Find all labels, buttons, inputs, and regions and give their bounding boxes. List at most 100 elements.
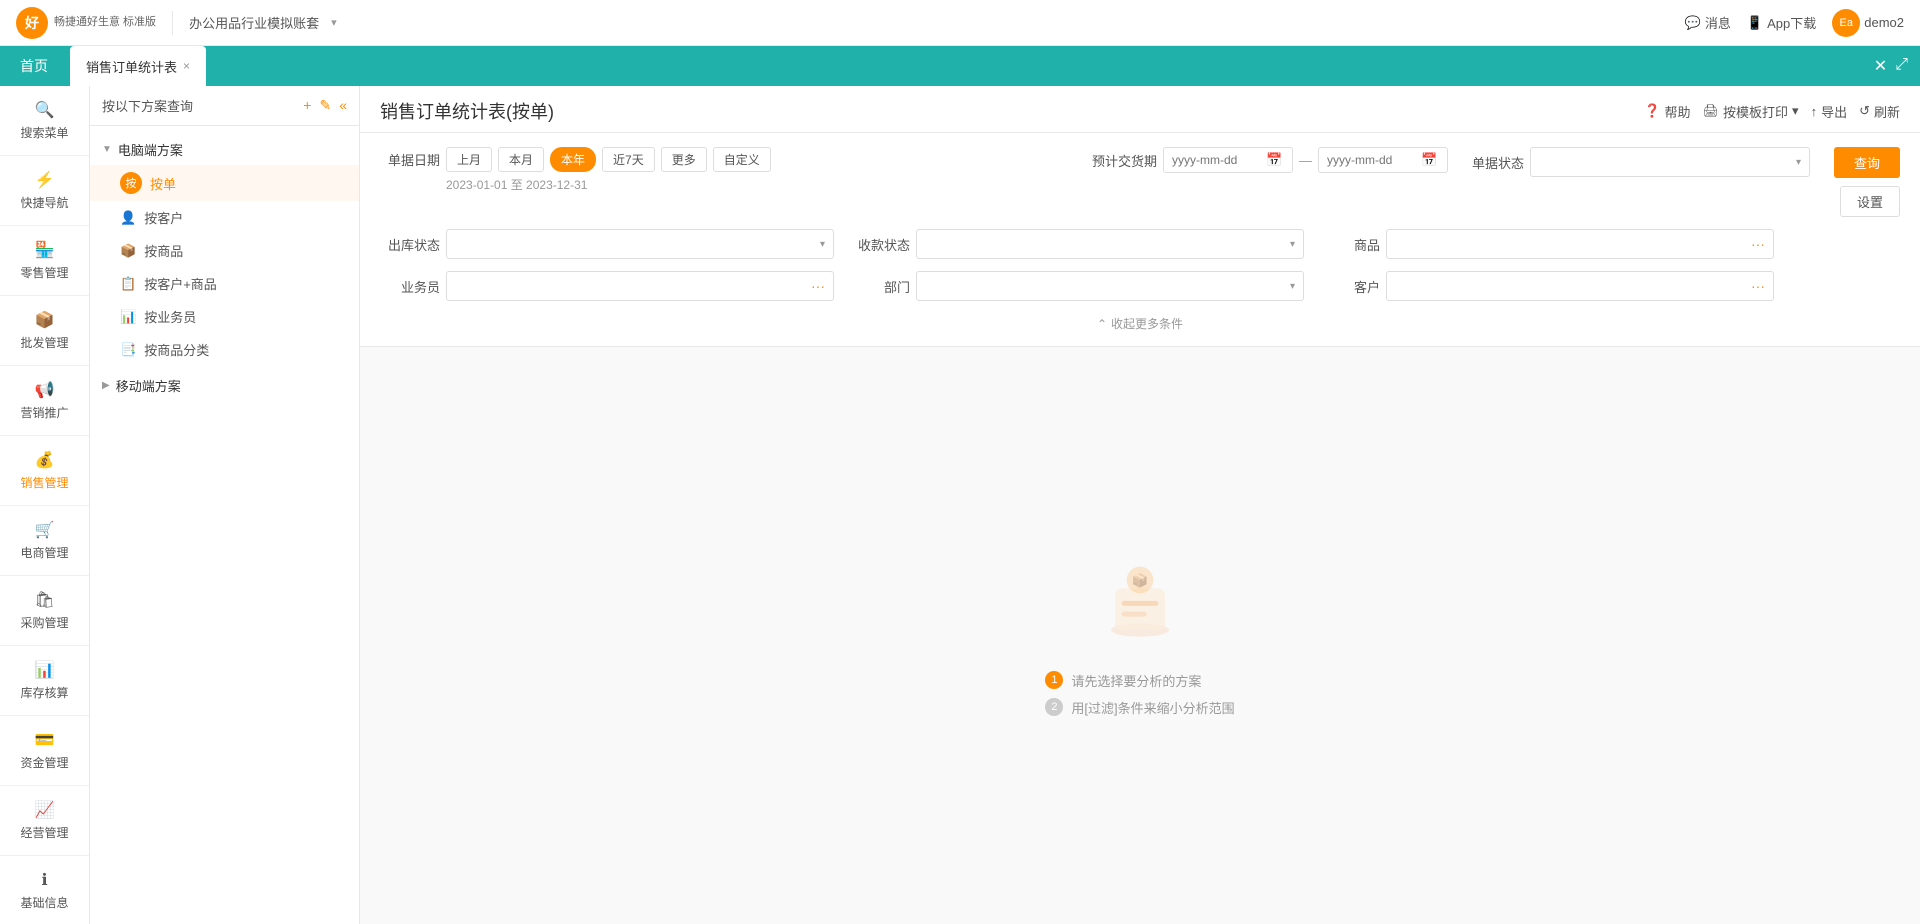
download-icon: 📱: [1747, 15, 1763, 31]
tab-close-icon[interactable]: ×: [183, 59, 190, 73]
collapse-panel-btn[interactable]: «: [339, 97, 347, 114]
query-btn[interactable]: 查询: [1834, 147, 1900, 178]
avatar: Ea: [1832, 9, 1860, 37]
salesman-more-icon[interactable]: ···: [811, 278, 825, 294]
user-profile[interactable]: Ea demo2: [1832, 9, 1904, 37]
sidebar: 🔍 搜索菜单 ⚡ 快捷导航 🏪 零售管理 📦 批发管理 📢 营销推广 💰 销售管…: [0, 86, 90, 924]
refresh-label: 刷新: [1874, 102, 1900, 121]
tree-item-by-customer[interactable]: 👤 按客户: [90, 201, 359, 234]
this-month-btn[interactable]: 本月: [498, 147, 544, 172]
calendar-end-icon[interactable]: 📅: [1421, 152, 1437, 168]
help-icon: ❓: [1644, 103, 1660, 119]
sidebar-item-basic[interactable]: ℹ 基础信息: [0, 856, 89, 924]
tab-home[interactable]: 首页: [0, 46, 68, 86]
tree-group-pc-header[interactable]: ▼ 电脑端方案: [90, 134, 359, 165]
collapse-label: 收起更多条件: [1111, 315, 1183, 332]
this-year-btn[interactable]: 本年: [550, 147, 596, 172]
export-icon: ↑: [1811, 104, 1818, 119]
data-area: 📦 1 请先选择要分析的方案 2 用[过滤]条件来缩小分析范围: [360, 347, 1920, 924]
status-select[interactable]: ▾: [1530, 147, 1810, 177]
product-label: 商品: [1320, 235, 1380, 254]
tree-item-by-customer-product-label: 按客户+商品: [144, 274, 217, 293]
sidebar-item-inventory[interactable]: 📊 库存核算: [0, 646, 89, 716]
tree-item-by-customer-product[interactable]: 📋 按客户+商品: [90, 267, 359, 300]
tree-item-by-product[interactable]: 📦 按商品: [90, 234, 359, 267]
sidebar-item-finance[interactable]: 💳 资金管理: [0, 716, 89, 786]
customer-select[interactable]: ···: [1386, 271, 1774, 301]
print-dropdown-icon[interactable]: ▾: [1792, 103, 1799, 119]
sidebar-item-marketing[interactable]: 📢 营销推广: [0, 366, 89, 436]
customer-more-icon[interactable]: ···: [1751, 278, 1765, 294]
product-more-icon[interactable]: ···: [1751, 236, 1765, 252]
sales-icon: 💰: [35, 450, 55, 470]
calendar-start-icon[interactable]: 📅: [1266, 152, 1282, 168]
tree-item-by-customer-label: 按客户: [144, 208, 183, 227]
product-select[interactable]: ···: [1386, 229, 1774, 259]
app-dropdown-icon[interactable]: ▾: [331, 16, 337, 29]
wholesale-icon: 📦: [35, 310, 55, 330]
tree-item-by-salesman-label: 按业务员: [144, 307, 196, 326]
add-scheme-btn[interactable]: +: [303, 97, 311, 114]
page-header: 销售订单统计表(按单) ❓ 帮助 🖨 按模板打印 ▾ ↑ 导出: [360, 86, 1920, 133]
tree-item-by-salesman[interactable]: 📊 按业务员: [90, 300, 359, 333]
collapse-bar[interactable]: ⌃ 收起更多条件: [1097, 315, 1183, 332]
tree-group-pc: ▼ 电脑端方案 按 按单 👤 按客户 📦: [90, 134, 359, 366]
last-month-btn[interactable]: 上月: [446, 147, 492, 172]
refresh-btn[interactable]: ↺ 刷新: [1859, 102, 1900, 121]
top-bar-right: 💬 消息 📱 App下载 Ea demo2: [1685, 9, 1904, 37]
sidebar-item-wholesale[interactable]: 📦 批发管理: [0, 296, 89, 366]
export-label: 导出: [1821, 102, 1847, 121]
tab-window-actions: ✕ ⤢: [1874, 56, 1908, 76]
payment-status-select[interactable]: ▾: [916, 229, 1304, 259]
page-title: 销售订单统计表(按单): [380, 98, 554, 124]
empty-tip-1: 1 请先选择要分析的方案: [1045, 671, 1234, 690]
tree-item-by-order-label: 按单: [150, 174, 176, 193]
tab-current[interactable]: 销售订单统计表 ×: [70, 46, 206, 86]
tree-item-by-category[interactable]: 📑 按商品分类: [90, 333, 359, 366]
sidebar-item-quick-nav[interactable]: ⚡ 快捷导航: [0, 156, 89, 226]
tree-group-mobile-header[interactable]: ▶ 移动端方案: [90, 370, 359, 401]
ship-status-dropdown-icon: ▾: [820, 239, 825, 250]
print-btn[interactable]: 🖨 按模板打印 ▾: [1703, 102, 1799, 121]
avatar-text: Ea: [1840, 17, 1853, 29]
app-download-btn[interactable]: 📱 App下载: [1747, 13, 1816, 32]
expected-date-start-input[interactable]: [1172, 153, 1262, 167]
date-range-separator: —: [1299, 153, 1312, 168]
query-area: 查询 设置: [1834, 147, 1900, 217]
ship-status-select[interactable]: ▾: [446, 229, 834, 259]
sidebar-item-sales[interactable]: 💰 销售管理: [0, 436, 89, 506]
tree-item-by-order[interactable]: 按 按单: [90, 165, 359, 201]
message-btn[interactable]: 💬 消息: [1685, 13, 1731, 32]
edit-scheme-btn[interactable]: ✎: [319, 97, 331, 114]
window-expand-btn[interactable]: ⤢: [1895, 56, 1908, 76]
user-name: demo2: [1864, 15, 1904, 30]
last7days-btn[interactable]: 近7天: [602, 147, 655, 172]
expected-date-end-input[interactable]: [1327, 153, 1417, 167]
sidebar-item-retail[interactable]: 🏪 零售管理: [0, 226, 89, 296]
sidebar-item-operations[interactable]: 📈 经营管理: [0, 786, 89, 856]
sidebar-item-purchase[interactable]: 🛍 采购管理: [0, 576, 89, 646]
content-area: 按以下方案查询 + ✎ « ▼ 电脑端方案 按: [90, 86, 1920, 924]
tree-item-by-category-icon: 📑: [120, 342, 136, 358]
expected-date-label: 预计交货期: [1077, 151, 1157, 170]
retail-icon: 🏪: [35, 240, 55, 260]
custom-date-btn[interactable]: 自定义: [713, 147, 771, 172]
logo-area: 好 畅捷通好生意 标准版: [16, 7, 156, 39]
window-close-btn[interactable]: ✕: [1874, 56, 1887, 76]
app-download-label: App下载: [1767, 13, 1816, 32]
tree-group-pc-arrow: ▼: [102, 144, 112, 155]
status-label: 单据状态: [1464, 153, 1524, 172]
print-label: 按模板打印: [1723, 102, 1788, 121]
sidebar-item-ecommerce[interactable]: 🛒 电商管理: [0, 506, 89, 576]
sidebar-item-search-menu[interactable]: 🔍 搜索菜单: [0, 86, 89, 156]
tree-item-by-customer-icon: 👤: [120, 210, 136, 226]
message-label: 消息: [1705, 13, 1731, 32]
export-btn[interactable]: ↑ 导出: [1811, 102, 1848, 121]
more-date-btn[interactable]: 更多: [661, 147, 707, 172]
help-btn[interactable]: ❓ 帮助: [1644, 102, 1690, 121]
salesman-select[interactable]: ···: [446, 271, 834, 301]
setting-btn[interactable]: 设置: [1840, 186, 1900, 217]
department-select[interactable]: ▾: [916, 271, 1304, 301]
right-content: 销售订单统计表(按单) ❓ 帮助 🖨 按模板打印 ▾ ↑ 导出: [360, 86, 1920, 924]
marketing-icon: 📢: [35, 380, 55, 400]
